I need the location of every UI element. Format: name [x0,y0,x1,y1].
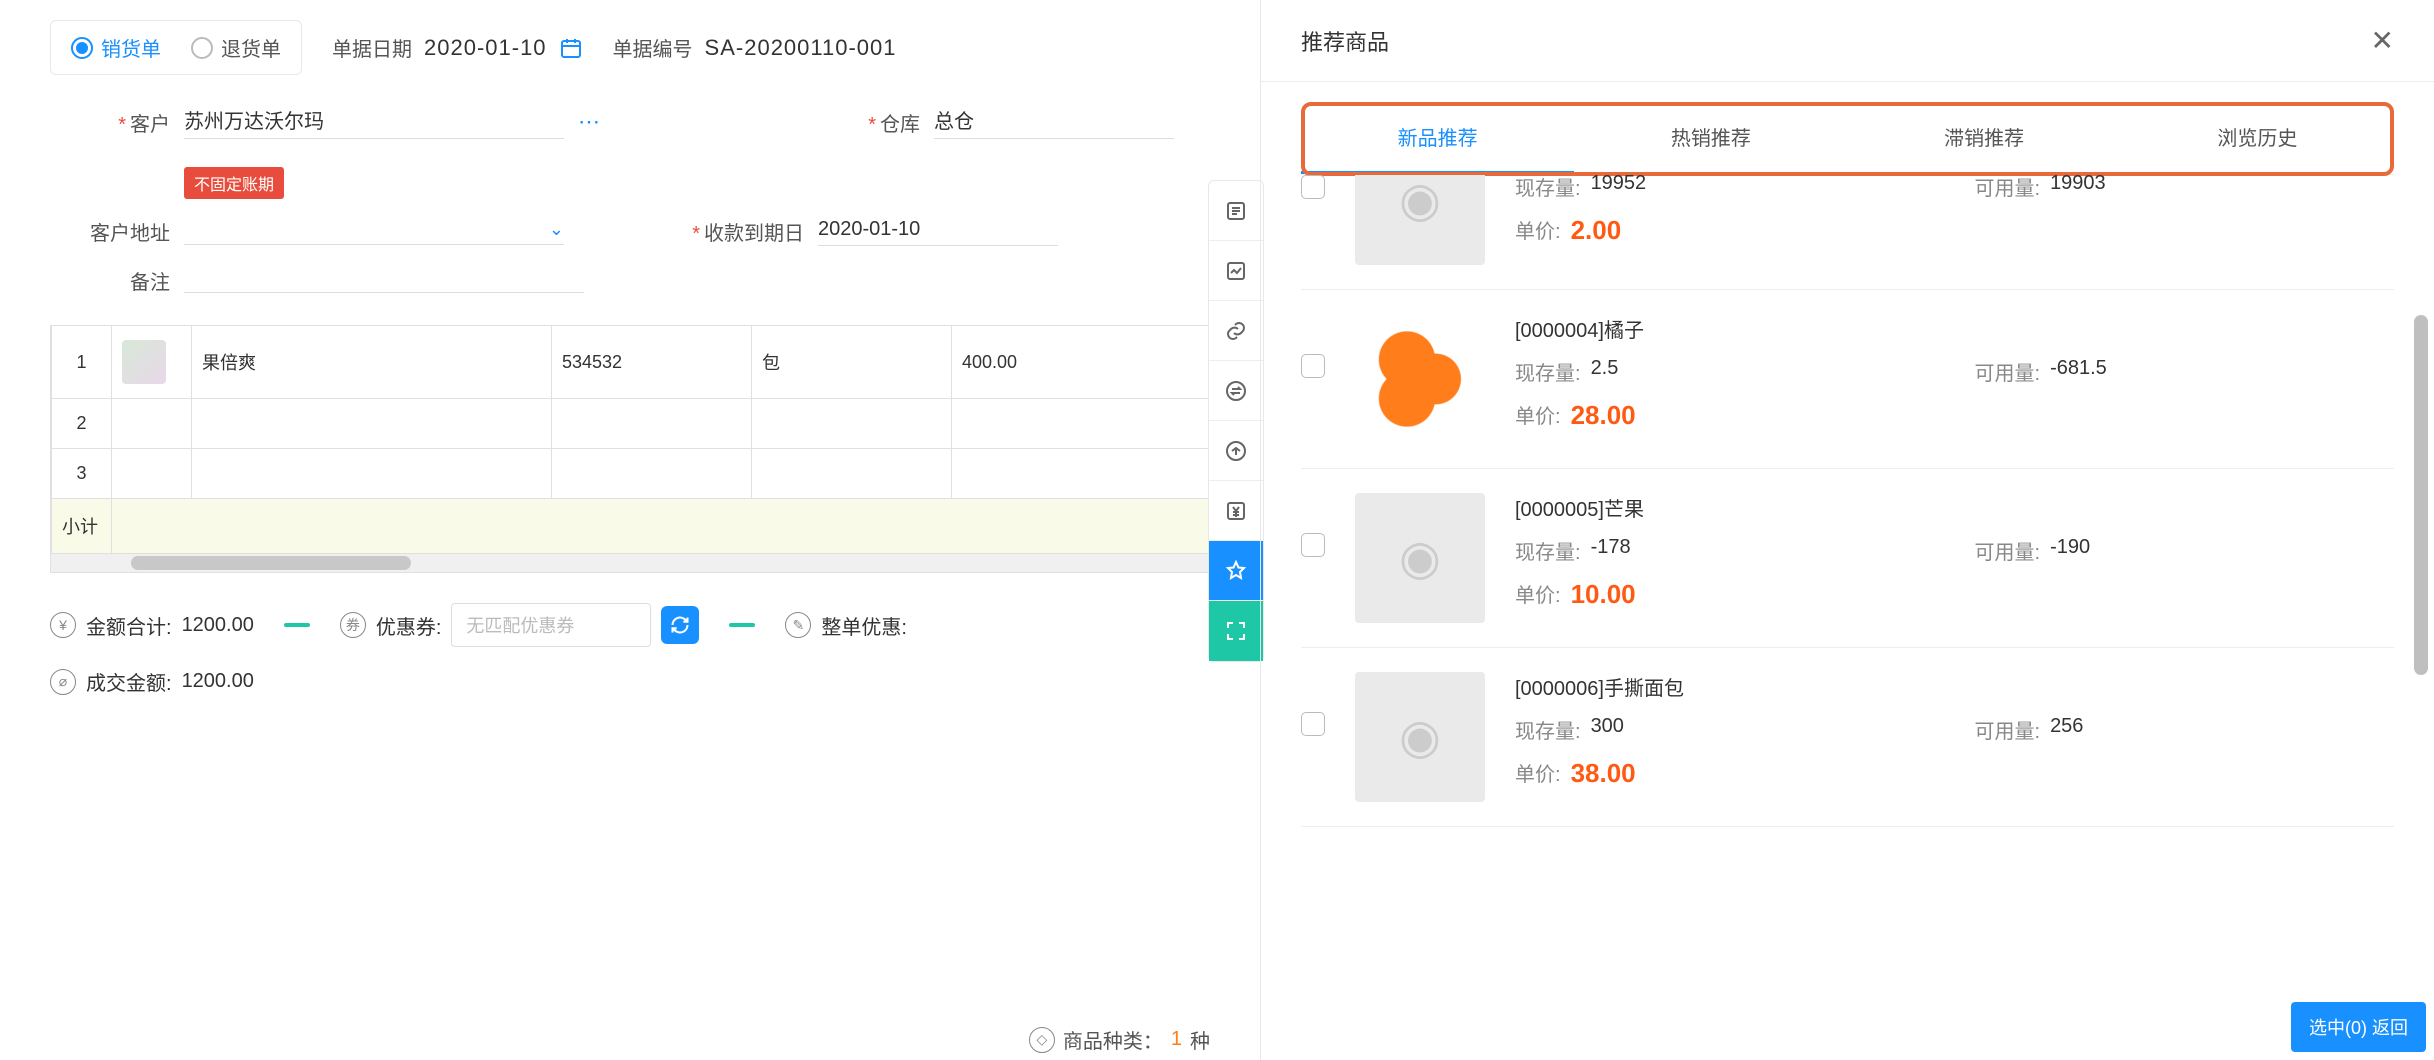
star-icon[interactable] [1209,541,1263,601]
totals-row: ¥ 金额合计: 1200.00 券 优惠券: 无匹配优惠券 ✎ 整单优惠: [50,603,1210,647]
doc-date-value[interactable]: 2020-01-10 [424,35,547,61]
product-title: [0000004]橘子 [1515,314,2394,343]
radio-icon [191,37,213,59]
tab-new[interactable]: 新品推荐 [1301,102,1574,174]
item-checkbox[interactable] [1301,354,1325,378]
remark-input[interactable] [184,269,584,293]
goods-kind-summary: ◇ 商品种类： 1 种 [0,1025,1260,1054]
doc-date-label: 单据日期 [332,33,412,62]
chart-icon[interactable] [1209,241,1263,301]
doc-code-value: SA-20200110-001 [705,35,897,61]
refresh-icon[interactable] [661,606,699,644]
coupon-label: 优惠券: [376,611,442,640]
horizontal-scrollbar[interactable] [51,554,1209,572]
whole-discount-label: 整单优惠: [821,611,907,640]
subtotal-label: 小计 [52,499,112,554]
tab-return-order[interactable]: 退货单 [191,33,281,62]
doc-code: 单据编号 SA-20200110-001 [613,33,897,62]
sales-order-form: 销货单 退货单 单据日期 2020-01-10 单据编号 SA-20200110… [0,0,1260,1060]
list-item: ◉ 250ml 现存量:19952 可用量:19903 单价:2.00 [1301,175,2394,290]
item-checkbox[interactable] [1301,712,1325,736]
warehouse-field: *仓库 总仓 [800,105,1174,139]
row-index: 3 [52,449,112,499]
remark-field: 备注 [50,266,584,295]
list-item: ◉ [0000005]芒果 现存量:-178 可用量:-190 单价:10.00 [1301,469,2394,648]
shelter-icon[interactable] [1209,421,1263,481]
tab-sales-order[interactable]: 销货单 [71,33,161,62]
discount-icon: ✎ [785,612,811,638]
doc-date: 单据日期 2020-01-10 [332,33,583,62]
vertical-scrollbar[interactable] [2414,315,2428,675]
close-icon[interactable]: ✕ [2371,24,2394,57]
product-image: ◉ [1355,493,1485,623]
more-icon[interactable]: ⋯ [578,109,600,135]
expand-icon[interactable] [1209,601,1263,661]
chevron-down-icon: ⌄ [549,219,564,240]
line-items-table: 商 *商品 扫码录入 规格型号 *销售单位 *数量 1 果倍爽 商 [50,325,1210,573]
due-label: 收款到期日 [704,223,804,245]
list-item: ◉ [0000006]手撕面包 现存量:300 可用量:256 单价:38.00 [1301,648,2394,827]
minus-icon [729,623,755,627]
deal-value: 1200.00 [182,670,254,693]
address-select[interactable]: ⌄ [184,219,564,245]
amount-label: 金额合计: [86,611,172,640]
doc-code-label: 单据编号 [613,33,693,62]
yen-icon: ¥ [50,612,76,638]
tab-sales-label: 销货单 [101,33,161,62]
recommend-tabs: 新品推荐 热销推荐 滞销推荐 浏览历史 [1301,102,2394,175]
row-index: 2 [52,399,112,449]
subtotal-row: 小计 [52,499,1209,554]
no-fixed-period-badge: 不固定账期 [184,167,284,199]
swap-icon[interactable] [1209,361,1263,421]
product-image: ◉ [1355,175,1485,265]
doc-type-tabs: 销货单 退货单 [50,20,302,75]
list-item: [0000004]橘子 现存量:2.5 可用量:-681.5 单价:28.00 [1301,290,2394,469]
table-row[interactable]: 3 [52,449,1209,499]
warehouse-value[interactable]: 总仓 [934,105,1174,139]
amount-value: 1200.00 [182,614,254,637]
table-row[interactable]: 2 [52,399,1209,449]
tab-hot[interactable]: 热销推荐 [1574,102,1847,174]
product-title: [0000006]手撕面包 [1515,672,2394,701]
recommend-panel: 推荐商品 ✕ 新品推荐 热销推荐 滞销推荐 浏览历史 ◉ 250ml 现存量:1… [1260,0,2434,1060]
radio-icon [71,37,93,59]
yen-box-icon[interactable] [1209,481,1263,541]
tag-icon: ◇ [1029,1027,1055,1053]
customer-field: *客户 苏州万达沃尔玛 ⋯ [50,105,600,139]
recommend-title: 推荐商品 [1301,25,1389,57]
calendar-icon[interactable] [559,36,583,60]
product-image [1355,314,1485,444]
deal-label: 成交金额: [86,667,172,696]
deal-icon: ⌀ [50,669,76,695]
minus-icon [284,623,310,627]
product-image: ◉ [1355,672,1485,802]
tab-return-label: 退货单 [221,33,281,62]
coupon-input[interactable]: 无匹配优惠券 [451,603,651,647]
deal-row: ⌀ 成交金额: 1200.00 [50,667,1210,696]
product-title: [0000005]芒果 [1515,493,2394,522]
warehouse-label: 仓库 [880,114,920,136]
tab-slow[interactable]: 滞销推荐 [1848,102,2121,174]
customer-value[interactable]: 苏州万达沃尔玛 [184,105,564,139]
item-checkbox[interactable] [1301,175,1325,199]
customer-label: 客户 [130,114,170,136]
link-icon[interactable] [1209,301,1263,361]
due-value[interactable]: 2020-01-10 [818,218,1058,246]
coupon-icon: 券 [340,612,366,638]
list-icon[interactable] [1209,181,1263,241]
tab-history[interactable]: 浏览历史 [2121,102,2394,174]
recommend-list[interactable]: ◉ 250ml 现存量:19952 可用量:19903 单价:2.00 [000… [1261,175,2434,1060]
due-date-field: *收款到期日 2020-01-10 [684,217,1058,246]
address-label: 客户地址 [50,217,170,246]
address-field: 客户地址 ⌄ [50,217,564,246]
side-toolbar [1208,180,1264,662]
remark-label: 备注 [50,266,170,295]
item-checkbox[interactable] [1301,533,1325,557]
selected-return-button[interactable]: 选中(0) 返回 [2291,1002,2426,1052]
